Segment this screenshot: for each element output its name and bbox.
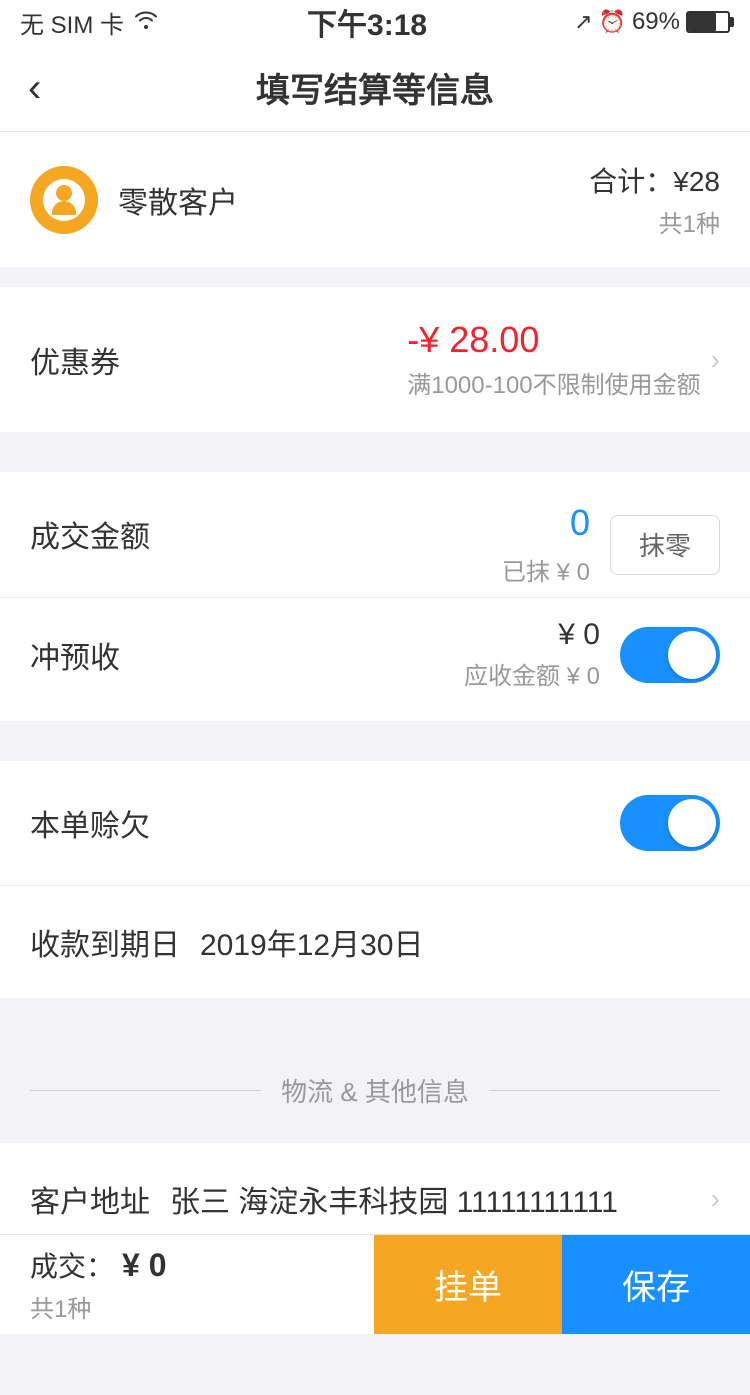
address-chevron-icon: › (711, 1183, 720, 1215)
status-left: 无 SIM 卡 (20, 5, 160, 40)
location-icon: ↗ (574, 9, 592, 35)
coupon-row[interactable]: 优惠券 -¥ 28.00 满1000-100不限制使用金额 › (0, 287, 750, 432)
page-title: 填写结算等信息 (256, 63, 494, 112)
due-date-value: 2019年12月30日 (200, 920, 423, 964)
toggle-thumb (668, 631, 716, 679)
bottom-deal-wrap: 成交： ¥ 0 (30, 1245, 344, 1285)
debit-toggle-thumb (668, 799, 716, 847)
address-value: 张三 海淀永丰科技园 11111111111 (170, 1177, 711, 1221)
alarm-icon: ⏰ (599, 9, 626, 35)
hang-button[interactable]: 挂单 (374, 1235, 562, 1334)
coupon-discount: -¥ 28.00 (407, 319, 700, 361)
bottom-actions: 挂单 保存 (374, 1235, 750, 1334)
amount-right: 0 已抹 ¥ 0 抹零 (502, 502, 720, 587)
prepay-row: 冲预收 ¥ 0 应收金额 ¥ 0 (0, 597, 750, 721)
carrier-label: 无 SIM 卡 (20, 5, 124, 40)
coupon-right-wrap: -¥ 28.00 满1000-100不限制使用金额 (407, 319, 700, 400)
bottom-summary: 成交： ¥ 0 共1种 (0, 1245, 374, 1324)
round-button[interactable]: 抹零 (610, 515, 720, 575)
prepay-toggle[interactable] (620, 627, 720, 683)
status-bar: 无 SIM 卡 下午3:18 ↗ ⏰ 69% (0, 0, 750, 44)
coupon-label: 优惠券 (30, 338, 120, 382)
amount-value[interactable]: 0 (502, 502, 590, 544)
debit-toggle[interactable] (620, 795, 720, 851)
due-date-row: 收款到期日 2019年12月30日 (0, 885, 750, 998)
back-button[interactable]: ‹ (28, 68, 41, 108)
divider-line-left (30, 1090, 261, 1091)
coupon-chevron-icon: › (711, 344, 720, 376)
wifi-icon (132, 8, 160, 36)
amount-value-wrap: 0 已抹 ¥ 0 (502, 502, 590, 587)
amount-label: 成交金额 (30, 502, 150, 556)
customer-name: 零散客户 (118, 178, 238, 222)
amount-row: 成交金额 0 已抹 ¥ 0 抹零 (0, 472, 750, 597)
coupon-right: -¥ 28.00 满1000-100不限制使用金额 › (407, 319, 720, 400)
address-label: 客户地址 (30, 1177, 150, 1221)
bottom-count: 共1种 (30, 1289, 344, 1324)
customer-row: 零散客户 合计：¥28 共1种 (0, 132, 750, 267)
debit-label: 本单赊欠 (30, 801, 150, 845)
bottom-deal-value: ¥ 0 (122, 1247, 166, 1284)
status-right: ↗ ⏰ 69% (574, 8, 730, 36)
prepay-amount-wrap: ¥ 0 应收金额 ¥ 0 (464, 618, 600, 691)
coupon-desc: 满1000-100不限制使用金额 (407, 365, 700, 400)
summary-count: 共1种 (589, 204, 720, 239)
customer-info: 零散客户 (30, 166, 238, 234)
prepay-right: ¥ 0 应收金额 ¥ 0 (464, 618, 720, 691)
section-divider-2 (0, 741, 750, 761)
logistics-divider: 物流 & 其他信息 (0, 1048, 750, 1133)
avatar (30, 166, 98, 234)
save-button[interactable]: 保存 (562, 1235, 750, 1334)
debit-row: 本单赊欠 (0, 761, 750, 885)
prepay-label: 冲预收 (30, 633, 120, 677)
divider-line-right (489, 1090, 720, 1091)
logistics-section: 物流 & 其他信息 (0, 1038, 750, 1143)
prepay-sub: 应收金额 ¥ 0 (464, 656, 600, 691)
logistics-label: 物流 & 其他信息 (261, 1072, 489, 1109)
battery-percent: 69% (632, 8, 680, 36)
battery-icon (686, 11, 730, 33)
avatar-icon (43, 179, 85, 221)
summary-total: 合计：¥28 (589, 160, 720, 200)
amount-section: 成交金额 0 已抹 ¥ 0 抹零 冲预收 ¥ 0 应收金额 ¥ 0 (0, 472, 750, 721)
customer-section: 零散客户 合计：¥28 共1种 (0, 132, 750, 267)
section-divider-3 (0, 1018, 750, 1038)
prepay-value: ¥ 0 (464, 618, 600, 652)
customer-summary: 合计：¥28 共1种 (589, 160, 720, 239)
due-date-label: 收款到期日 (30, 920, 180, 964)
coupon-section[interactable]: 优惠券 -¥ 28.00 满1000-100不限制使用金额 › (0, 287, 750, 432)
section-divider-1 (0, 452, 750, 472)
bottom-bar: 成交： ¥ 0 共1种 挂单 保存 (0, 1234, 750, 1334)
bottom-deal-label: 成交： (30, 1245, 114, 1285)
debit-section: 本单赊欠 收款到期日 2019年12月30日 (0, 761, 750, 998)
nav-bar: ‹ 填写结算等信息 (0, 44, 750, 132)
amount-sub: 已抹 ¥ 0 (502, 552, 590, 587)
status-time: 下午3:18 (307, 0, 427, 44)
